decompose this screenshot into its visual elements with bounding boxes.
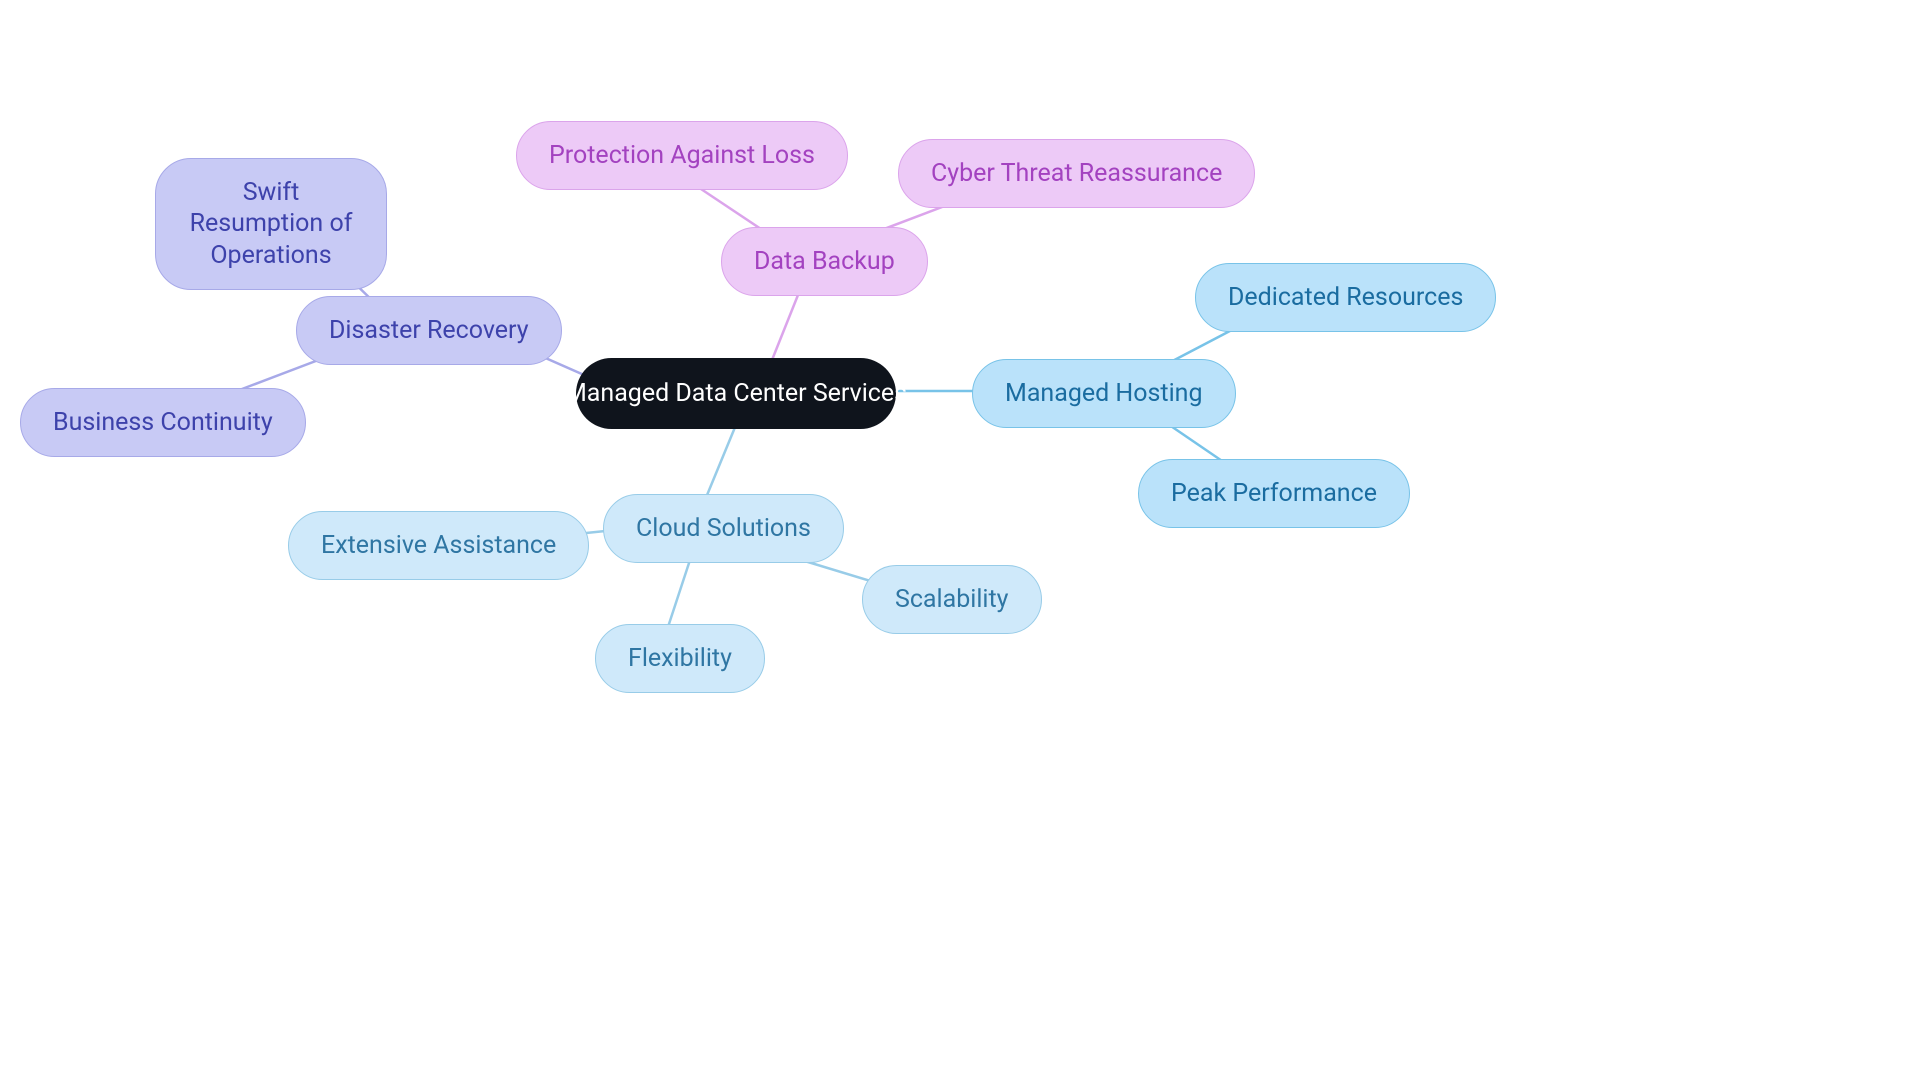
node-label: Business Continuity bbox=[53, 407, 273, 438]
node-dedicated-resources[interactable]: Dedicated Resources bbox=[1195, 263, 1496, 332]
node-label: Protection Against Loss bbox=[549, 140, 815, 171]
node-label: Scalability bbox=[895, 584, 1009, 615]
root-label: Managed Data Center Services bbox=[565, 378, 907, 409]
node-cyber-reassurance[interactable]: Cyber Threat Reassurance bbox=[898, 139, 1255, 208]
node-label: Flexibility bbox=[628, 643, 732, 674]
node-label: Disaster Recovery bbox=[329, 315, 529, 346]
node-flexibility[interactable]: Flexibility bbox=[595, 624, 765, 693]
node-label: Dedicated Resources bbox=[1228, 282, 1463, 313]
node-label: Managed Hosting bbox=[1005, 378, 1203, 409]
node-scalability[interactable]: Scalability bbox=[862, 565, 1042, 634]
node-peak-performance[interactable]: Peak Performance bbox=[1138, 459, 1410, 528]
node-extensive-assistance[interactable]: Extensive Assistance bbox=[288, 511, 589, 580]
node-label: Cyber Threat Reassurance bbox=[931, 158, 1222, 189]
root-node[interactable]: Managed Data Center Services bbox=[576, 358, 896, 429]
node-label: Peak Performance bbox=[1171, 478, 1377, 509]
node-swift-resumption[interactable]: Swift Resumption of Operations bbox=[155, 158, 387, 290]
node-data-backup[interactable]: Data Backup bbox=[721, 227, 928, 296]
node-business-continuity[interactable]: Business Continuity bbox=[20, 388, 306, 457]
node-disaster-recovery[interactable]: Disaster Recovery bbox=[296, 296, 562, 365]
node-label: Data Backup bbox=[754, 246, 895, 277]
node-label: Extensive Assistance bbox=[321, 530, 556, 561]
node-label: Cloud Solutions bbox=[636, 513, 811, 544]
node-protection-loss[interactable]: Protection Against Loss bbox=[516, 121, 848, 190]
node-cloud-solutions[interactable]: Cloud Solutions bbox=[603, 494, 844, 563]
node-managed-hosting[interactable]: Managed Hosting bbox=[972, 359, 1236, 428]
node-label: Swift Resumption of Operations bbox=[188, 177, 354, 271]
